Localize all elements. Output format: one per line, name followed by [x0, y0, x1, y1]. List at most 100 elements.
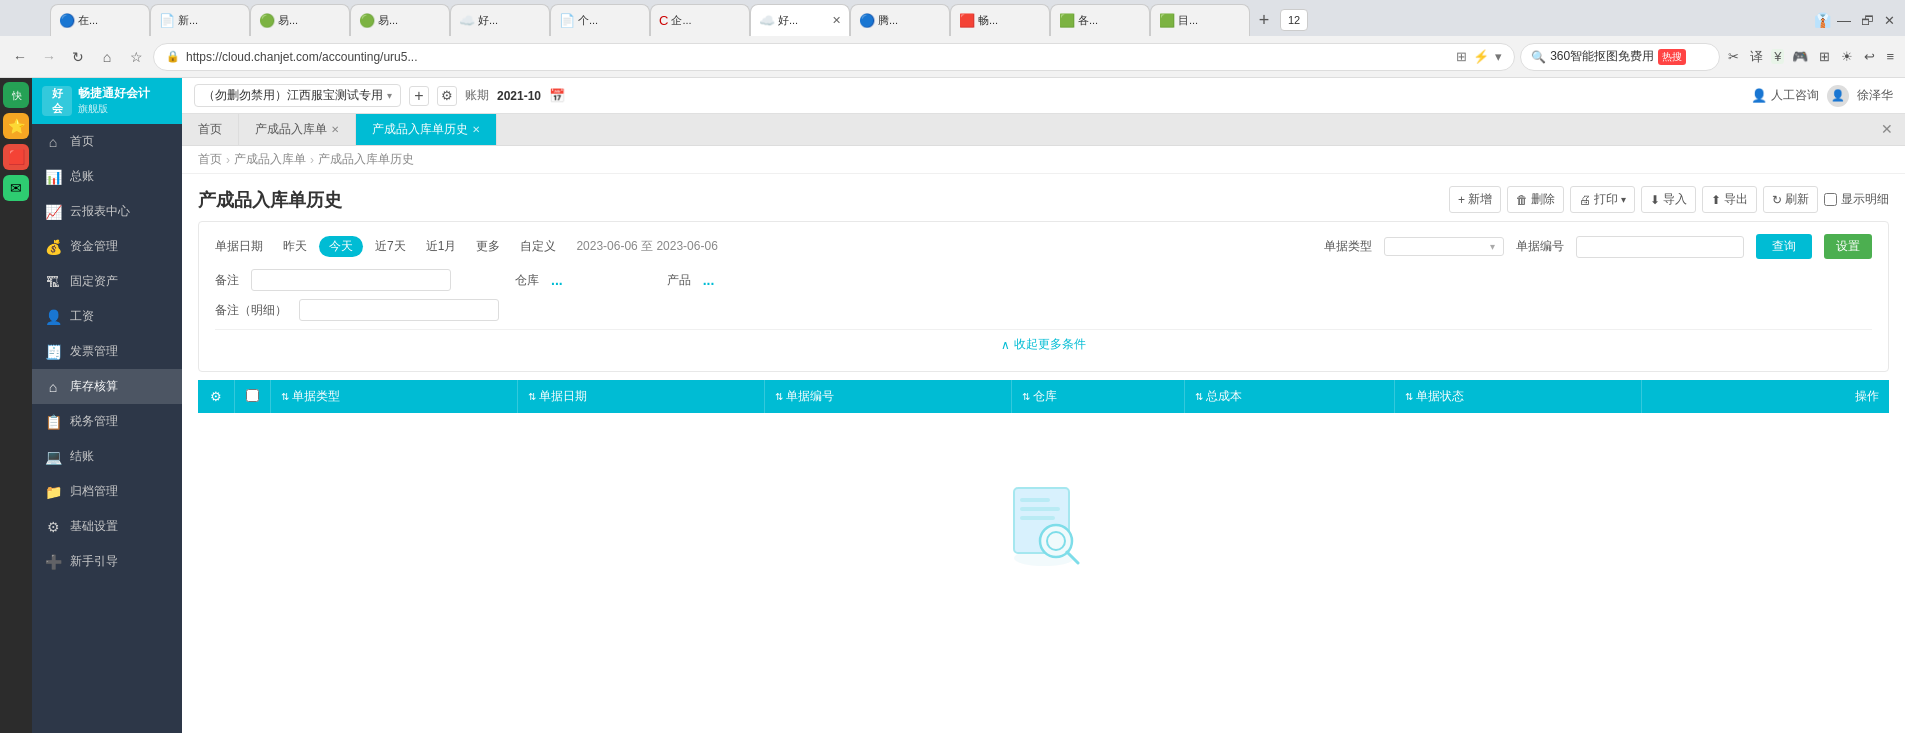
checkbox-col-header[interactable]	[234, 380, 270, 413]
voucher-date-col-header[interactable]: ⇅ 单据日期	[517, 380, 764, 413]
breadcrumb-home[interactable]: 首页	[198, 151, 222, 168]
page-tab-home[interactable]: 首页	[182, 114, 239, 145]
sidebar-item-tax[interactable]: 📋 税务管理	[32, 404, 182, 439]
list-tab-close-icon[interactable]: ✕	[331, 124, 339, 135]
more-date-button[interactable]: 更多	[468, 236, 508, 257]
sidebar-item-salary[interactable]: 👤 工资	[32, 299, 182, 334]
settings-col-header[interactable]: ⚙	[198, 380, 234, 413]
more-toolbar[interactable]: ≡	[1883, 49, 1897, 64]
currency-toolbar[interactable]: ¥	[1771, 49, 1784, 64]
tab-item[interactable]: 🟩各...	[1050, 4, 1150, 36]
import-button[interactable]: ⬇ 导入	[1641, 186, 1696, 213]
user-avatar[interactable]: 👤	[1827, 85, 1849, 107]
sun-toolbar[interactable]: ☀	[1838, 49, 1856, 64]
breadcrumb-list[interactable]: 产成品入库单	[234, 151, 306, 168]
sidebar-item-invoice[interactable]: 🧾 发票管理	[32, 334, 182, 369]
sidebar-item-settings[interactable]: ⚙ 基础设置	[32, 509, 182, 544]
gamepad-toolbar[interactable]: 🎮	[1789, 49, 1811, 64]
product-ellipsis[interactable]: ...	[703, 272, 715, 288]
show-detail-checkbox[interactable]	[1824, 193, 1837, 206]
sidebar-item-cloud-report[interactable]: 📈 云报表中心	[32, 194, 182, 229]
yesterday-button[interactable]: 昨天	[275, 236, 315, 257]
tab-new-button[interactable]: +	[1250, 6, 1278, 34]
dropdown-icon[interactable]: ▾	[1495, 49, 1502, 64]
voucher-no-input[interactable]	[1576, 236, 1744, 258]
sidebar-item-archive[interactable]: 📁 归档管理	[32, 474, 182, 509]
tab-item[interactable]: 🟢易...	[250, 4, 350, 36]
panel-close-button[interactable]: ✕	[1869, 114, 1905, 145]
tab-item[interactable]: 🟥畅...	[950, 4, 1050, 36]
company-selector[interactable]: （勿删勿禁用）江西服宝测试专用 ▾	[194, 84, 401, 107]
app-icon-chanjet[interactable]: 快	[3, 82, 29, 108]
today-button[interactable]: 今天	[319, 236, 363, 257]
company-settings-button[interactable]: ⚙	[437, 86, 457, 106]
tab-item[interactable]: 🟩目...	[1150, 4, 1250, 36]
home-button[interactable]: ⌂	[95, 45, 119, 69]
voucher-type-select[interactable]: ▾	[1384, 237, 1504, 256]
voucher-type-col-header[interactable]: ⇅ 单据类型	[270, 380, 517, 413]
status-col-header[interactable]: ⇅ 单据状态	[1395, 380, 1642, 413]
collapse-filter-button[interactable]: ∧ 收起更多条件	[215, 329, 1872, 359]
translate-toolbar[interactable]: 译	[1747, 48, 1766, 66]
tab-item[interactable]: 📄新...	[150, 4, 250, 36]
tab-item[interactable]: ☁️好...	[450, 4, 550, 36]
home-tab-label: 首页	[198, 121, 222, 138]
bookmark-button[interactable]: ☆	[124, 45, 148, 69]
sidebar-item-ledger[interactable]: 📊 总账	[32, 159, 182, 194]
sidebar-header[interactable]: 好会 畅捷通好会计 旗舰版	[32, 78, 182, 124]
voucher-no-col-header[interactable]: ⇅ 单据编号	[764, 380, 1011, 413]
tab-item[interactable]: 🟢易...	[350, 4, 450, 36]
warehouse-col-header[interactable]: ⇅ 仓库	[1012, 380, 1185, 413]
show-detail-checkbox-label[interactable]: 显示明细	[1824, 191, 1889, 208]
close-button[interactable]: ✕	[1880, 13, 1899, 28]
username[interactable]: 徐泽华	[1857, 87, 1893, 104]
minimize-button[interactable]: —	[1833, 12, 1855, 28]
tab-item[interactable]: 🔵腾...	[850, 4, 950, 36]
app-icon-star[interactable]: ⭐	[3, 113, 29, 139]
url-input[interactable]: 🔒 https://cloud.chanjet.com/accounting/u…	[153, 43, 1515, 71]
note-input[interactable]	[251, 269, 451, 291]
delete-button[interactable]: 🗑 删除	[1507, 186, 1564, 213]
grid-toolbar[interactable]: ⊞	[1816, 49, 1833, 64]
note-detail-input[interactable]	[299, 299, 499, 321]
print-button[interactable]: 🖨 打印 ▾	[1570, 186, 1635, 213]
tab-item-active[interactable]: ☁️好... ✕	[750, 4, 850, 36]
search-button[interactable]: 查询	[1756, 234, 1812, 259]
history-tab-close-icon[interactable]: ✕	[472, 124, 480, 135]
sidebar-item-inventory[interactable]: ⌂ 库存核算	[32, 369, 182, 404]
undo-toolbar[interactable]: ↩	[1861, 49, 1878, 64]
filter-row-date: 单据日期 昨天 今天 近7天 近1月 更多 自定义 2023-06-06 至 2…	[215, 234, 1872, 259]
page-tab-list[interactable]: 产成品入库单 ✕	[239, 114, 356, 145]
tab-item[interactable]: 🔵在...	[50, 4, 150, 36]
sidebar-item-fund[interactable]: 💰 资金管理	[32, 229, 182, 264]
sidebar-item-checkout[interactable]: 💻 结账	[32, 439, 182, 474]
add-button[interactable]: + 新增	[1449, 186, 1501, 213]
custom-date-button[interactable]: 自定义	[512, 236, 564, 257]
scissors-toolbar[interactable]: ✂	[1725, 49, 1742, 64]
refresh-page-button[interactable]: ↻ 刷新	[1763, 186, 1818, 213]
tab-item[interactable]: 📄个...	[550, 4, 650, 36]
search-box[interactable]: 🔍 360智能抠图免费用 热搜	[1520, 43, 1720, 71]
settings-small-button[interactable]: 设置	[1824, 234, 1872, 259]
service-button[interactable]: 👤 人工咨询	[1751, 87, 1819, 104]
tab-close-icon[interactable]: ✕	[832, 14, 841, 27]
restore-button[interactable]: 🗗	[1857, 13, 1878, 28]
total-cost-col-header[interactable]: ⇅ 总成本	[1185, 380, 1395, 413]
add-company-button[interactable]: +	[409, 86, 429, 106]
refresh-button[interactable]: ↻	[66, 45, 90, 69]
app-icon-mail[interactable]: ✉	[3, 175, 29, 201]
select-all-checkbox[interactable]	[246, 389, 259, 402]
tab-item[interactable]: C企...	[650, 4, 750, 36]
forward-button[interactable]: →	[37, 45, 61, 69]
sidebar-item-home[interactable]: ⌂ 首页	[32, 124, 182, 159]
app-icon-weibo[interactable]: 🟥	[3, 144, 29, 170]
back-button[interactable]: ←	[8, 45, 32, 69]
warehouse-ellipsis[interactable]: ...	[551, 272, 563, 288]
7days-button[interactable]: 近7天	[367, 236, 414, 257]
1month-button[interactable]: 近1月	[418, 236, 465, 257]
page-tab-history[interactable]: 产成品入库单历史 ✕	[356, 114, 497, 145]
calendar-icon[interactable]: 📅	[549, 88, 565, 103]
export-button[interactable]: ⬆ 导出	[1702, 186, 1757, 213]
sidebar-item-guide[interactable]: ➕ 新手引导	[32, 544, 182, 579]
sidebar-item-fixed-assets[interactable]: 🏗 固定资产	[32, 264, 182, 299]
